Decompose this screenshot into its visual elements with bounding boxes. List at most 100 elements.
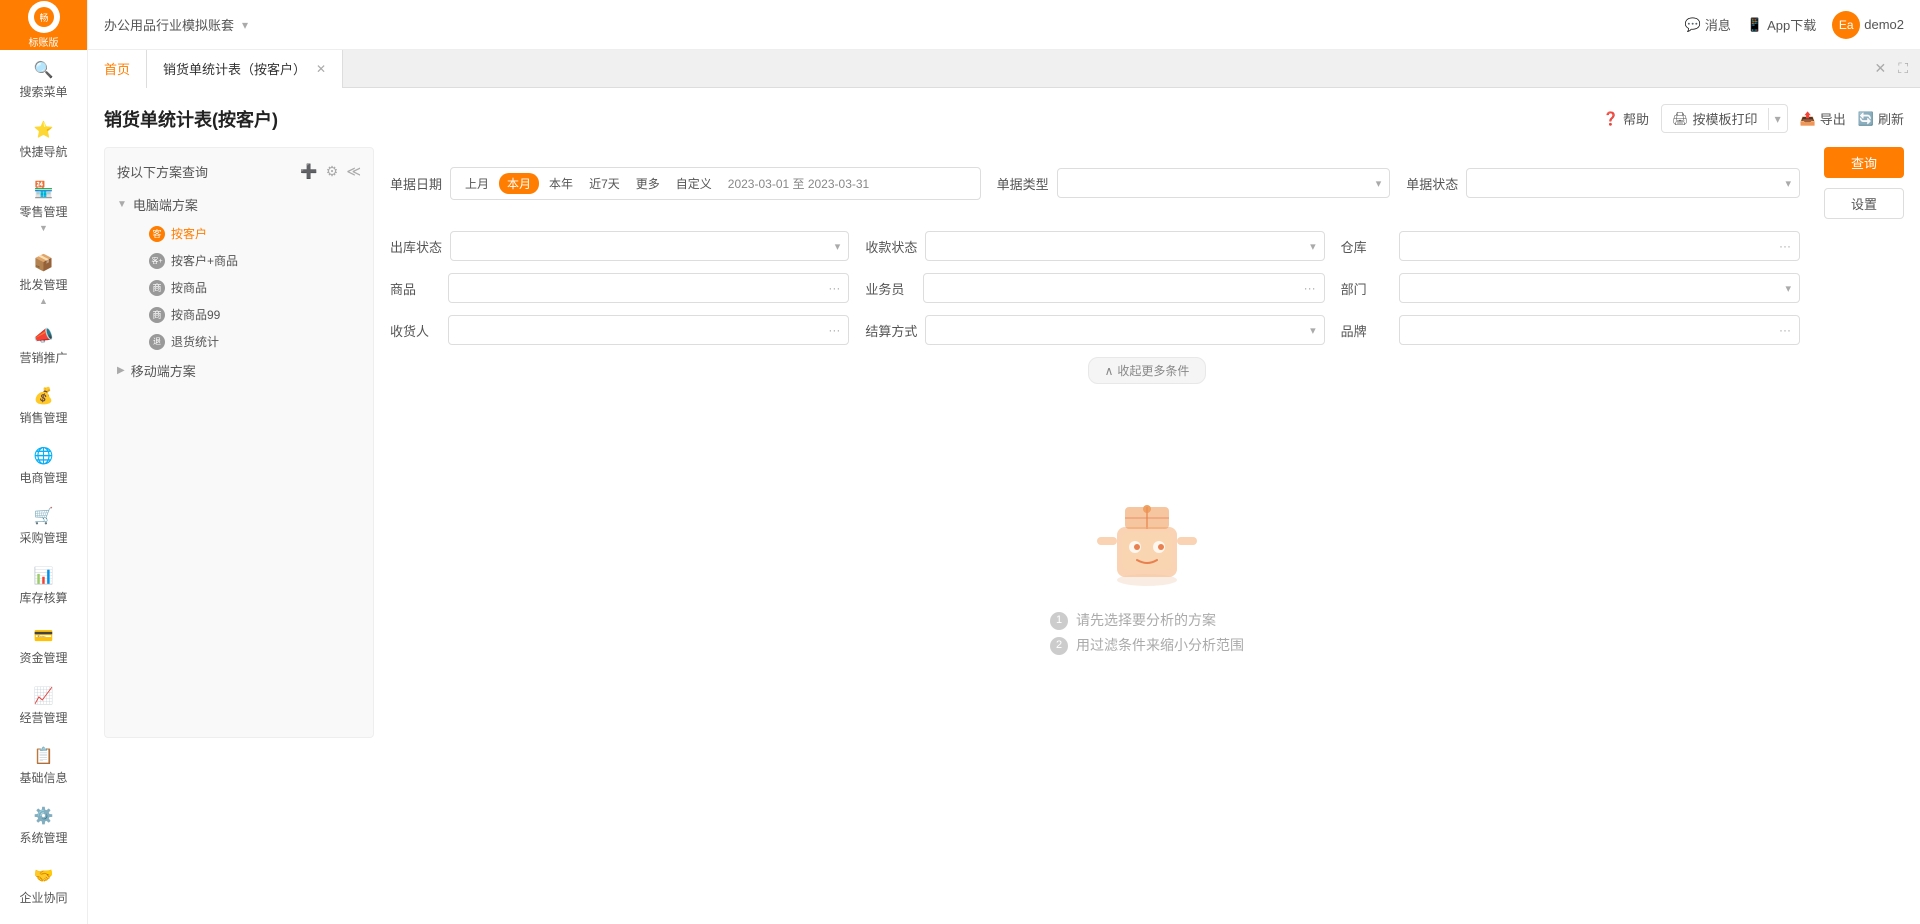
tree-child-label: 退货统计 — [171, 333, 219, 350]
date-tab-more[interactable]: 更多 — [630, 173, 666, 194]
sidebar-item-sales[interactable]: 💰 销售管理 — [0, 376, 87, 436]
refresh-btn[interactable]: 🔄 刷新 — [1858, 109, 1904, 128]
warehouse-control[interactable]: ··· — [1399, 231, 1800, 261]
tree-item-return-stats[interactable]: 退 退货统计 — [125, 328, 373, 355]
logo-icon: 畅 — [28, 1, 60, 33]
dept-control[interactable]: ▾ — [1399, 273, 1800, 303]
salesperson-control[interactable]: ··· — [923, 273, 1324, 303]
template-print-arrow[interactable]: ▾ — [1768, 108, 1787, 130]
template-print-btn[interactable]: 🖨 按模板打印 ▾ — [1661, 104, 1788, 133]
tree-item-by-customer[interactable]: 客 按客户 — [125, 220, 373, 247]
sidebar-item-label: 快捷导航 — [19, 143, 67, 160]
tree-mobile-group[interactable]: ▶ 移动端方案 — [105, 355, 373, 386]
filter-row-4: 收货人 ··· 结算方式 ▾ 品牌 — [390, 315, 1904, 345]
refresh-label: 刷新 — [1878, 109, 1904, 128]
out-status-control[interactable]: ▾ — [450, 231, 849, 261]
tree-child-label: 按客户 — [171, 225, 207, 242]
sidebar-item-label: 搜索菜单 — [19, 83, 67, 100]
payment-status-label: 收款状态 — [865, 237, 917, 256]
collapse-scheme-icon[interactable]: ≪ — [346, 163, 361, 180]
date-tab-last-month[interactable]: 上月 — [459, 173, 495, 194]
tree-item-by-customer-goods[interactable]: 客+ 按客户+商品 — [125, 247, 373, 274]
sidebar-item-label: 采购管理 — [19, 529, 67, 546]
sidebar-item-finance[interactable]: 💳 资金管理 — [0, 616, 87, 676]
purchase-icon: 🛒 — [34, 506, 54, 526]
doc-type-control[interactable]: ▾ — [1057, 168, 1391, 198]
more-icon: ··· — [828, 323, 840, 337]
settings-scheme-icon[interactable]: ⚙ — [326, 163, 339, 180]
more-icon: ··· — [828, 281, 840, 295]
tip-item-2: 2 用过滤条件来缩小分析范围 — [1050, 633, 1244, 658]
sidebar-item-label: 企业协同 — [19, 889, 67, 906]
doc-status-control[interactable]: ▾ — [1466, 168, 1800, 198]
sidebar-item-system[interactable]: ⚙️ 系统管理 — [0, 796, 87, 856]
ecom-icon: 🌐 — [34, 446, 54, 466]
tip-num-1: 1 — [1050, 612, 1068, 630]
operations-icon: 📈 — [34, 686, 54, 706]
tree-group-label: 电脑端方案 — [133, 195, 198, 214]
sidebar-item-retail[interactable]: 🏪 零售管理 ▼ — [0, 170, 87, 243]
message-btn[interactable]: 💬 消息 — [1685, 15, 1731, 34]
filter-date: 单据日期 上月 本月 本年 近7天 更多 自定义 2023-03-01 至 20… — [390, 167, 981, 200]
date-control[interactable]: 上月 本月 本年 近7天 更多 自定义 2023-03-01 至 2023-03… — [450, 167, 981, 200]
sidebar-item-wholesale[interactable]: 📦 批发管理 ▲ — [0, 243, 87, 316]
scheme-icon-orange: 客 — [149, 226, 165, 242]
tab-maximize-actions: ✕ ⛶ — [1862, 60, 1920, 77]
chevron-down-icon: ▾ — [1785, 282, 1791, 295]
app-download-btn[interactable]: 📱 App下载 — [1747, 15, 1816, 34]
message-label: 消息 — [1705, 15, 1731, 34]
add-scheme-icon[interactable]: ➕ — [300, 163, 317, 180]
page-content: 销货单统计表(按客户) ❓ 帮助 🖨 按模板打印 ▾ 📤 导出 — [88, 88, 1920, 924]
top-bar-left: 办公用品行业模拟账套 ▾ — [104, 15, 248, 34]
sidebar-item-newbie[interactable]: 🎯 新手引导 — [0, 916, 87, 924]
sidebar: 畅 标账版 🔍 搜索菜单 ⭐ 快捷导航 🏪 零售管理 ▼ 📦 批发管理 ▲ 📣 … — [0, 0, 88, 924]
filter-row-3: 商品 ··· 业务员 ··· 部门 — [390, 273, 1904, 303]
sidebar-item-label: 库存核算 — [19, 589, 67, 606]
sidebar-item-search[interactable]: 🔍 搜索菜单 — [0, 50, 87, 110]
filter-out-status: 出库状态 ▾ — [390, 231, 849, 261]
filter-brand: 品牌 ··· — [1341, 315, 1800, 345]
brand-control[interactable]: ··· — [1399, 315, 1800, 345]
star-icon: ⭐ — [34, 120, 54, 140]
help-btn[interactable]: ❓ 帮助 — [1603, 109, 1649, 128]
tree-item-by-goods99[interactable]: 商 按商品99 — [125, 301, 373, 328]
refresh-icon: 🔄 — [1858, 111, 1874, 127]
app-logo[interactable]: 畅 标账版 — [0, 0, 87, 50]
receiver-control[interactable]: ··· — [448, 315, 849, 345]
goods-control[interactable]: ··· — [448, 273, 849, 303]
maximize-icon[interactable]: ⛶ — [1898, 60, 1908, 77]
tree-desktop-group[interactable]: ▼ 电脑端方案 — [105, 189, 373, 220]
settings-button[interactable]: 设置 — [1824, 188, 1904, 219]
collapse-button[interactable]: ∧ 收起更多条件 — [1088, 357, 1207, 384]
tab-report[interactable]: 销货单统计表（按客户） ✕ — [147, 50, 343, 88]
sidebar-item-ecom[interactable]: 🌐 电商管理 — [0, 436, 87, 496]
date-tab-this-month[interactable]: 本月 — [499, 173, 539, 194]
empty-illustration — [1087, 472, 1207, 592]
chevron-down-icon[interactable]: ▾ — [242, 18, 248, 32]
tab-home[interactable]: 首页 — [88, 50, 147, 88]
settlement-label: 结算方式 — [865, 321, 917, 340]
sidebar-item-label: 电商管理 — [19, 469, 67, 486]
sidebar-item-base[interactable]: 📋 基础信息 — [0, 736, 87, 796]
user-profile[interactable]: Ea demo2 — [1832, 11, 1904, 39]
export-btn[interactable]: 📤 导出 — [1800, 109, 1846, 128]
payment-status-control[interactable]: ▾ — [925, 231, 1324, 261]
sidebar-item-enterprise[interactable]: 🤝 企业协同 — [0, 856, 87, 916]
close-tab-icon[interactable]: ✕ — [1874, 60, 1886, 77]
expand-icon: ▲ — [39, 296, 48, 306]
doc-type-label: 单据类型 — [997, 174, 1049, 193]
base-icon: 📋 — [34, 746, 54, 766]
sidebar-item-purchase[interactable]: 🛒 采购管理 — [0, 496, 87, 556]
sidebar-item-quick[interactable]: ⭐ 快捷导航 — [0, 110, 87, 170]
tree-item-by-goods[interactable]: 商 按商品 — [125, 274, 373, 301]
sidebar-item-operations[interactable]: 📈 经营管理 — [0, 676, 87, 736]
query-button[interactable]: 查询 — [1824, 147, 1904, 178]
date-tab-7days[interactable]: 近7天 — [583, 173, 626, 194]
date-tab-custom[interactable]: 自定义 — [670, 173, 718, 194]
date-tab-this-year[interactable]: 本年 — [543, 173, 579, 194]
settlement-control[interactable]: ▾ — [925, 315, 1324, 345]
sidebar-item-marketing[interactable]: 📣 营销推广 — [0, 316, 87, 376]
sidebar-item-inventory[interactable]: 📊 库存核算 — [0, 556, 87, 616]
tab-close-icon[interactable]: ✕ — [316, 62, 326, 76]
sidebar-item-label: 销售管理 — [19, 409, 67, 426]
